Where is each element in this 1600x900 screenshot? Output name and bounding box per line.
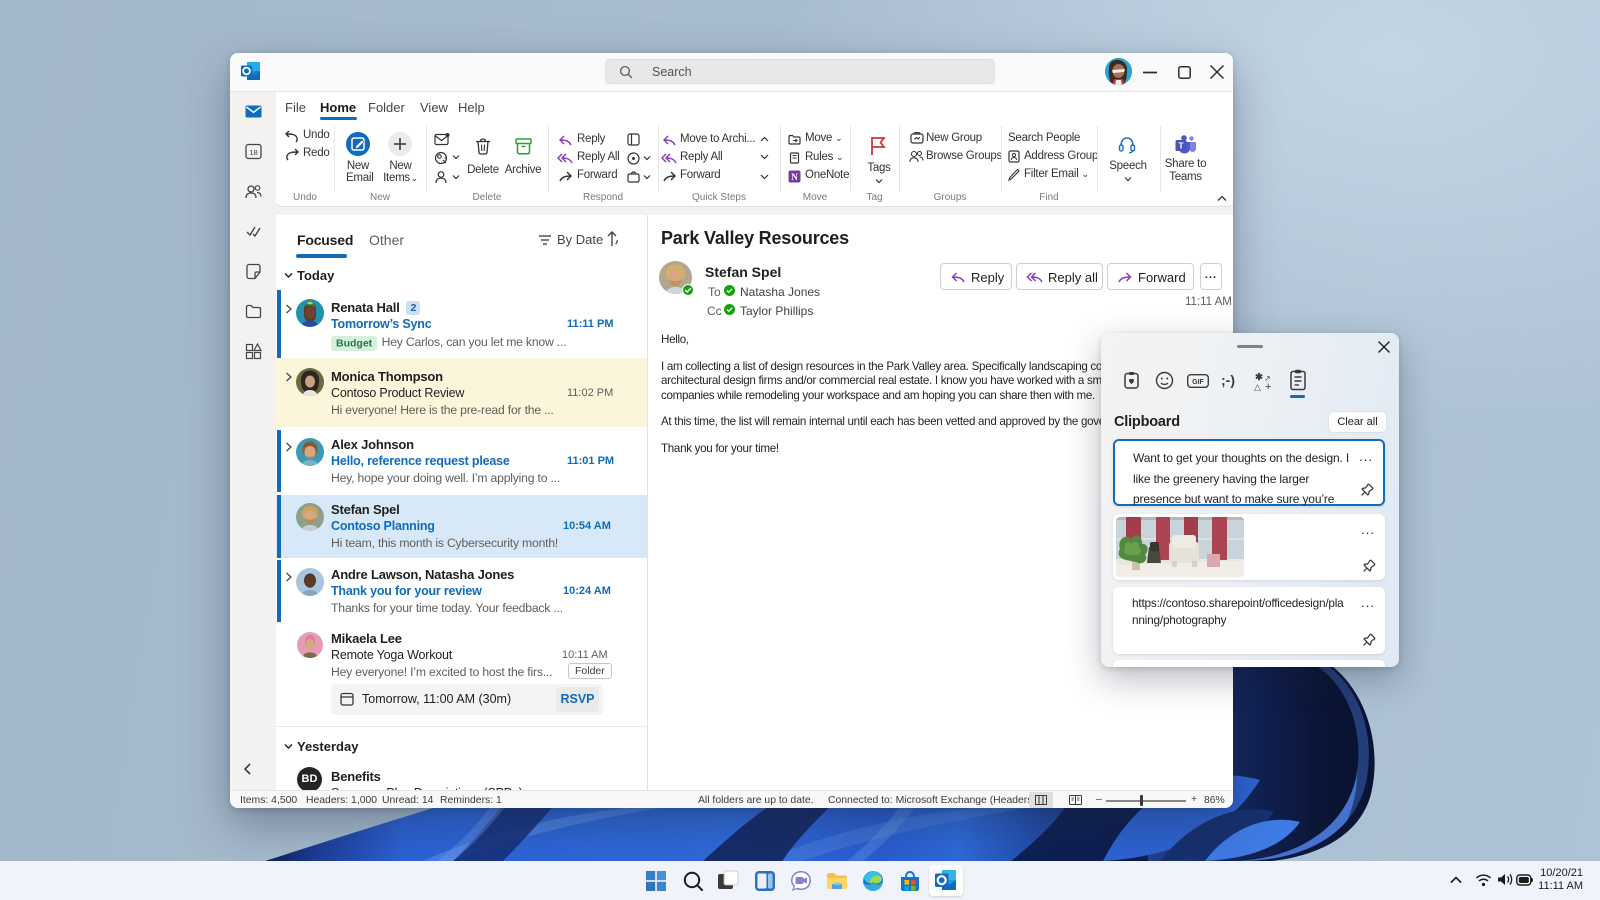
svg-text:+: + xyxy=(1265,381,1271,391)
svg-text:GIF: GIF xyxy=(1192,379,1204,386)
svg-text:18: 18 xyxy=(249,148,257,157)
svg-text:△: △ xyxy=(1254,382,1261,391)
svg-text:N: N xyxy=(791,172,798,182)
svg-text:T: T xyxy=(1178,141,1184,151)
